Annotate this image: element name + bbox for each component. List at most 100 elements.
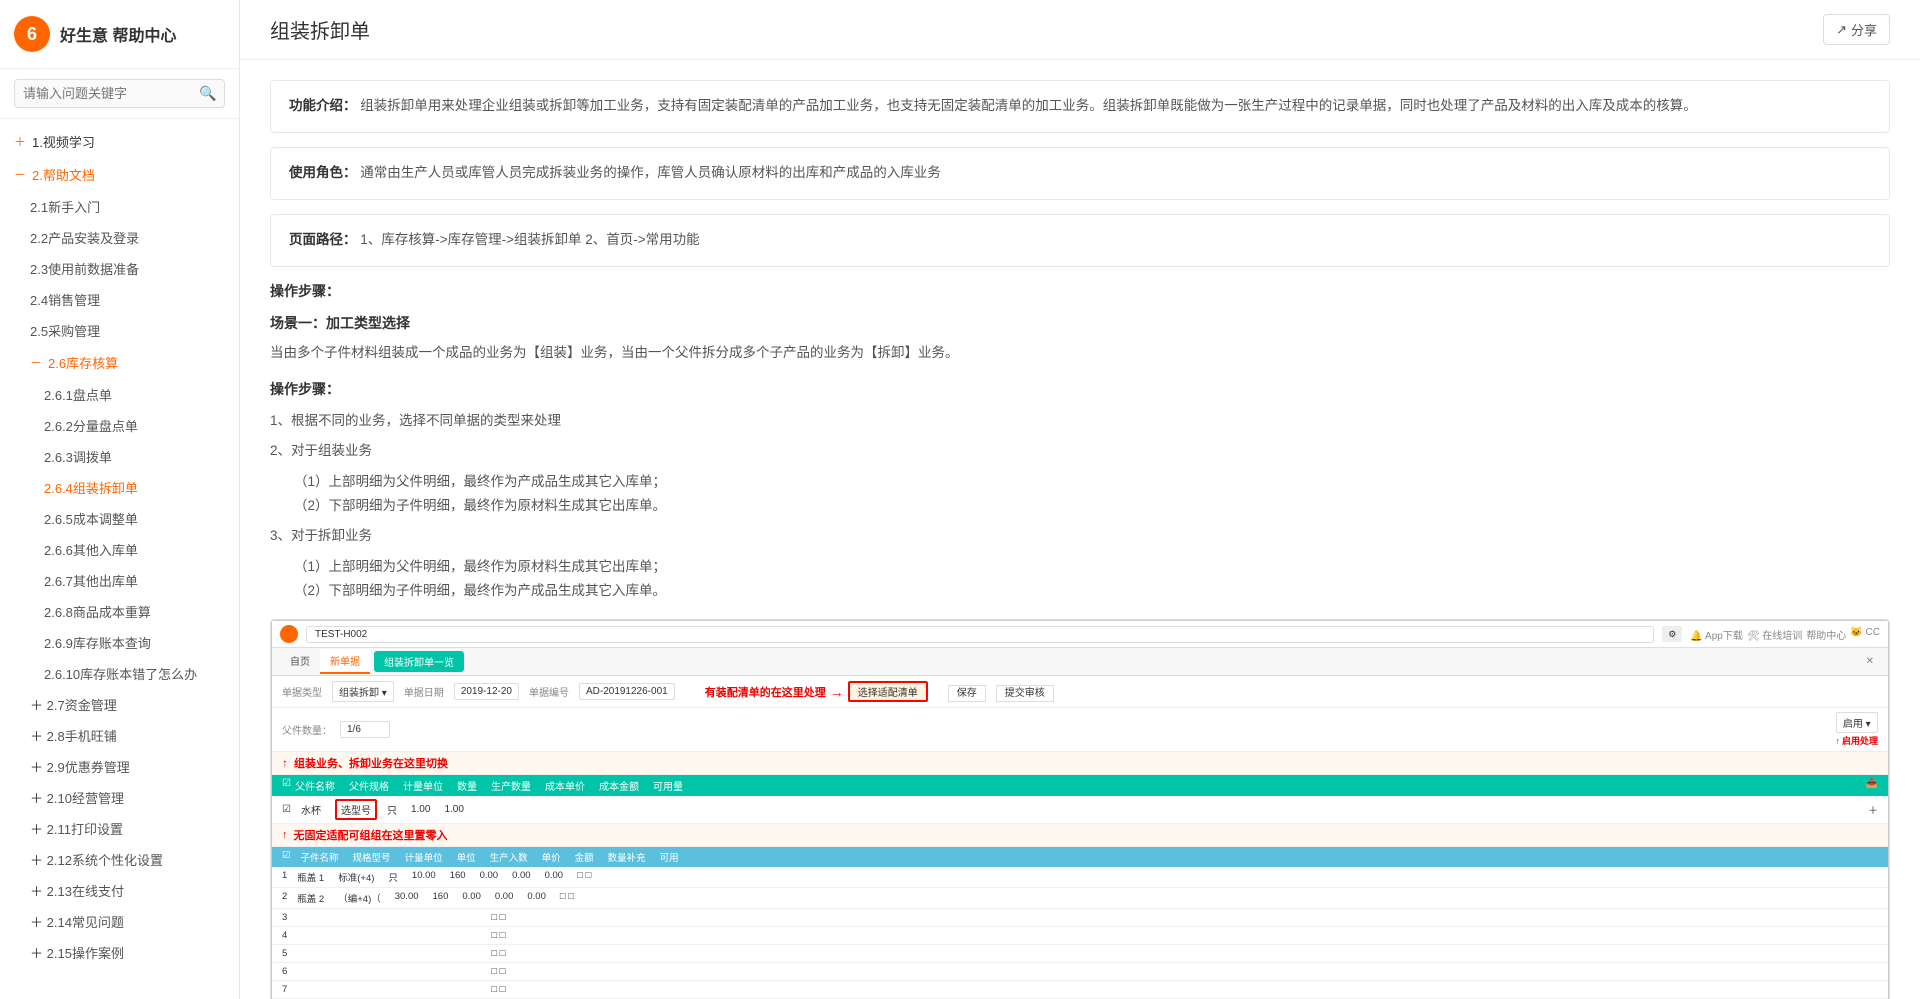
annotation3-label: ↑ 启用处理 xyxy=(1835,734,1878,747)
ss-header-fields: 单据类型 组装拆卸 ▾ 单据日期 2019-12-20 单据编号 AD-2019… xyxy=(272,676,1888,708)
sidebar-item-268[interactable]: 2.6.8商品成本重算 xyxy=(0,596,239,627)
path-label: 页面路径： xyxy=(289,232,357,247)
page-title: 组装拆卸单 xyxy=(270,15,370,44)
ss-topbar-right: 🔔 App下载 🛠 在线培训 帮助中心 🐱 CC xyxy=(1690,627,1880,642)
sidebar-item-210[interactable]: ＋ 2.10经营管理 xyxy=(0,782,239,813)
sidebar-item-264[interactable]: 2.6.4组装拆卸单 xyxy=(0,472,239,503)
minus-icon-26: － xyxy=(30,354,42,371)
ss-num-input[interactable]: AD-20191226-001 xyxy=(579,683,675,700)
ss-save-btn[interactable]: 保存 xyxy=(948,684,986,699)
annotation3-area: 启用 ▾ ↑ 启用处理 xyxy=(1835,712,1878,747)
content-area: 功能介绍： 组装拆卸单用来处理企业组装或拆卸等加工业务，支持有固定装配清单的产品… xyxy=(240,60,1920,999)
ss-btn1: ⚙ xyxy=(1662,626,1682,642)
ss-sub-header-row: ☑ 子件名称 规格型号 计量单位 单位 生产入数 单价 金额 数量补充 可用 xyxy=(272,847,1888,867)
ss-logo xyxy=(280,625,298,643)
fake-screenshot: TEST-H002 ⚙ 🔔 App下载 🛠 在线培训 帮助中心 🐱 CC xyxy=(271,620,1889,999)
sidebar-item-23[interactable]: 2.3使用前数据准备 xyxy=(0,253,239,284)
ss-parent-spec-red[interactable]: 选型号 xyxy=(335,799,377,820)
annotation4-area: ↑ 无固定适配可组组在这里置零入 xyxy=(272,824,1888,847)
ss-addr: TEST-H002 xyxy=(306,626,1654,643)
sidebar-item-21[interactable]: 2.1新手入门 xyxy=(0,191,239,222)
ss-sub-header: 父件数量： 1/6 启用 ▾ ↑ 启用处理 xyxy=(272,708,1888,752)
ss-date-input[interactable]: 2019-12-20 xyxy=(454,683,519,700)
scene1-desc: 当由多个子件材料组装成一个成品的业务为【组装】业务，当由一个父件拆分成多个子产品… xyxy=(270,341,1890,365)
role-label: 使用角色： xyxy=(289,165,357,180)
sidebar-item-269[interactable]: 2.6.9库存账本查询 xyxy=(0,627,239,658)
sidebar-item-28[interactable]: ＋ 2.8手机旺铺 xyxy=(0,720,239,751)
search-area: 🔍 xyxy=(0,69,239,119)
screenshot-container: TEST-H002 ⚙ 🔔 App下载 🛠 在线培训 帮助中心 🐱 CC xyxy=(270,619,1890,999)
ops-title: 操作步骤： xyxy=(270,281,1890,301)
ss-section-parent: ☑ 父件名称 父件规格 计量单位 数量 生产数量 成本单价 成本金额 可用量 📤 xyxy=(272,775,1888,796)
ops-steps-title: 操作步骤： xyxy=(270,379,1890,399)
scene1-title: 场景一：加工类型选择 xyxy=(270,313,1890,333)
sidebar-item-262[interactable]: 2.6.2分量盘点单 xyxy=(0,410,239,441)
step2: 2、对于组装业务 xyxy=(270,439,1890,463)
annotation1-area: 有装配清单的在这里处理 → 选择适配清单 xyxy=(705,681,928,702)
sidebar-item-211[interactable]: ＋ 2.11打印设置 xyxy=(0,813,239,844)
ss-qty-input[interactable]: 1/6 xyxy=(340,721,390,738)
ss-enable-btn[interactable]: 启用 ▾ xyxy=(1836,712,1878,733)
share-button[interactable]: ↗ 分享 xyxy=(1823,14,1890,45)
sidebar-item-212[interactable]: ＋ 2.12系统个性化设置 xyxy=(0,844,239,875)
ss-tabs: 自页 新单据 组装拆卸单一览 ✕ xyxy=(272,648,1888,676)
sidebar-item-26[interactable]: － 2.6库存核算 xyxy=(0,346,239,379)
sidebar-item-214[interactable]: ＋ 2.14常见问题 xyxy=(0,906,239,937)
nav-list: ＋ 1.视频学习 － 2.帮助文档 2.1新手入门 2.2产品安装及登录 2.3… xyxy=(0,119,239,974)
sidebar-item-24[interactable]: 2.4销售管理 xyxy=(0,284,239,315)
plus-icon: ＋ xyxy=(14,133,26,150)
sidebar-item-263[interactable]: 2.6.3调拨单 xyxy=(0,441,239,472)
ss-tab-home[interactable]: 自页 xyxy=(280,649,320,674)
role-block: 使用角色： 通常由生产人员或库管人员完成拆装业务的操作，库管人员确认原材料的出库… xyxy=(270,147,1890,200)
sidebar-item-docs[interactable]: － 2.帮助文档 xyxy=(0,158,239,191)
logo-icon: 6 xyxy=(14,16,50,52)
main-area: 组装拆卸单 ↗ 分享 功能介绍： 组装拆卸单用来处理企业组装或拆卸等加工业务，支… xyxy=(240,0,1920,999)
ss-tab-new[interactable]: 新单据 xyxy=(320,649,370,674)
intro-label: 功能介绍： xyxy=(289,98,357,113)
intro-text: 组装拆卸单用来处理企业组装或拆卸等加工业务，支持有固定装配清单的产品加工业务，也… xyxy=(360,98,1697,113)
ss-green-btn[interactable]: 组装拆卸单一览 xyxy=(374,651,464,672)
search-box[interactable]: 🔍 xyxy=(14,79,225,108)
search-input[interactable] xyxy=(23,86,199,101)
ss-sub-row-2: 2 瓶盖 2 （编+4)（ 30.00 160 0.00 0.00 0.00 □… xyxy=(272,888,1888,909)
step3-sub2: （2）下部明细为子件明细，最终作为产成品生成其它入库单。 xyxy=(294,579,1890,603)
sidebar-item-267[interactable]: 2.6.7其他出库单 xyxy=(0,565,239,596)
ss-sub-row-3: 3 □ □ xyxy=(272,909,1888,927)
ss-type-select[interactable]: 组装拆卸 ▾ xyxy=(332,681,394,702)
annotation2-area: ↑ 组装业务、拆卸业务在这里切换 xyxy=(272,752,1888,775)
step2-sub2: （2）下部明细为子件明细，最终作为原材料生成其它出库单。 xyxy=(294,494,1890,518)
step3-sub1: （1）上部明细为父件明细，最终作为原材料生成其它出库单； xyxy=(294,555,1890,579)
ss-close-btn[interactable]: ✕ xyxy=(1860,656,1880,667)
sidebar-item-213[interactable]: ＋ 2.13在线支付 xyxy=(0,875,239,906)
step2-sub1: （1）上部明细为父件明细，最终作为产成品生成其它入库单； xyxy=(294,470,1890,494)
ss-sub-row-1: 1 瓶盖 1 标准(+4) 只 10.00 160 0.00 0.00 0.00… xyxy=(272,867,1888,888)
step3: 3、对于拆卸业务 xyxy=(270,524,1890,548)
search-icon[interactable]: 🔍 xyxy=(199,85,216,102)
sidebar-item-215[interactable]: ＋ 2.15操作案例 xyxy=(0,937,239,968)
sidebar-item-25[interactable]: 2.5采购管理 xyxy=(0,315,239,346)
ss-sub-row-6: 6 □ □ xyxy=(272,963,1888,981)
sidebar-item-2610[interactable]: 2.6.10库存账本错了怎么办 xyxy=(0,658,239,689)
sidebar: 6 好生意 帮助中心 🔍 ＋ 1.视频学习 － 2.帮助文档 2.1新手入门 2… xyxy=(0,0,240,999)
sidebar-item-video[interactable]: ＋ 1.视频学习 xyxy=(0,125,239,158)
intro-block: 功能介绍： 组装拆卸单用来处理企业组装或拆卸等加工业务，支持有固定装配清单的产品… xyxy=(270,80,1890,133)
path-block: 页面路径： 1、库存核算->库存管理->组装拆卸单 2、首页->常用功能 xyxy=(270,214,1890,267)
ss-sub-row-4: 4 □ □ xyxy=(272,927,1888,945)
path-text: 1、库存核算->库存管理->组装拆卸单 2、首页->常用功能 xyxy=(360,232,699,247)
share-icon: ↗ xyxy=(1836,22,1847,38)
sidebar-item-29[interactable]: ＋ 2.9优惠券管理 xyxy=(0,751,239,782)
minus-icon: － xyxy=(14,166,26,183)
ss-parent-row: ☑ 水杯 选型号 只 1.00 1.00 ＋ xyxy=(272,796,1888,824)
ss-submit-btn[interactable]: 提交审核 xyxy=(996,684,1054,699)
main-header: 组装拆卸单 ↗ 分享 xyxy=(240,0,1920,60)
sidebar-item-22[interactable]: 2.2产品安装及登录 xyxy=(0,222,239,253)
sidebar-item-27[interactable]: ＋ 2.7资金管理 xyxy=(0,689,239,720)
ss-topbar: TEST-H002 ⚙ 🔔 App下载 🛠 在线培训 帮助中心 🐱 CC xyxy=(272,621,1888,648)
ss-confirm-btn[interactable]: 选择适配清单 xyxy=(848,681,928,702)
app-title: 好生意 帮助中心 xyxy=(60,22,176,46)
sidebar-item-261[interactable]: 2.6.1盘点单 xyxy=(0,379,239,410)
sidebar-item-265[interactable]: 2.6.5成本调整单 xyxy=(0,503,239,534)
ss-sub-row-5: 5 □ □ xyxy=(272,945,1888,963)
sidebar-item-266[interactable]: 2.6.6其他入库单 xyxy=(0,534,239,565)
step1: 1、根据不同的业务，选择不同单据的类型来处理 xyxy=(270,409,1890,433)
